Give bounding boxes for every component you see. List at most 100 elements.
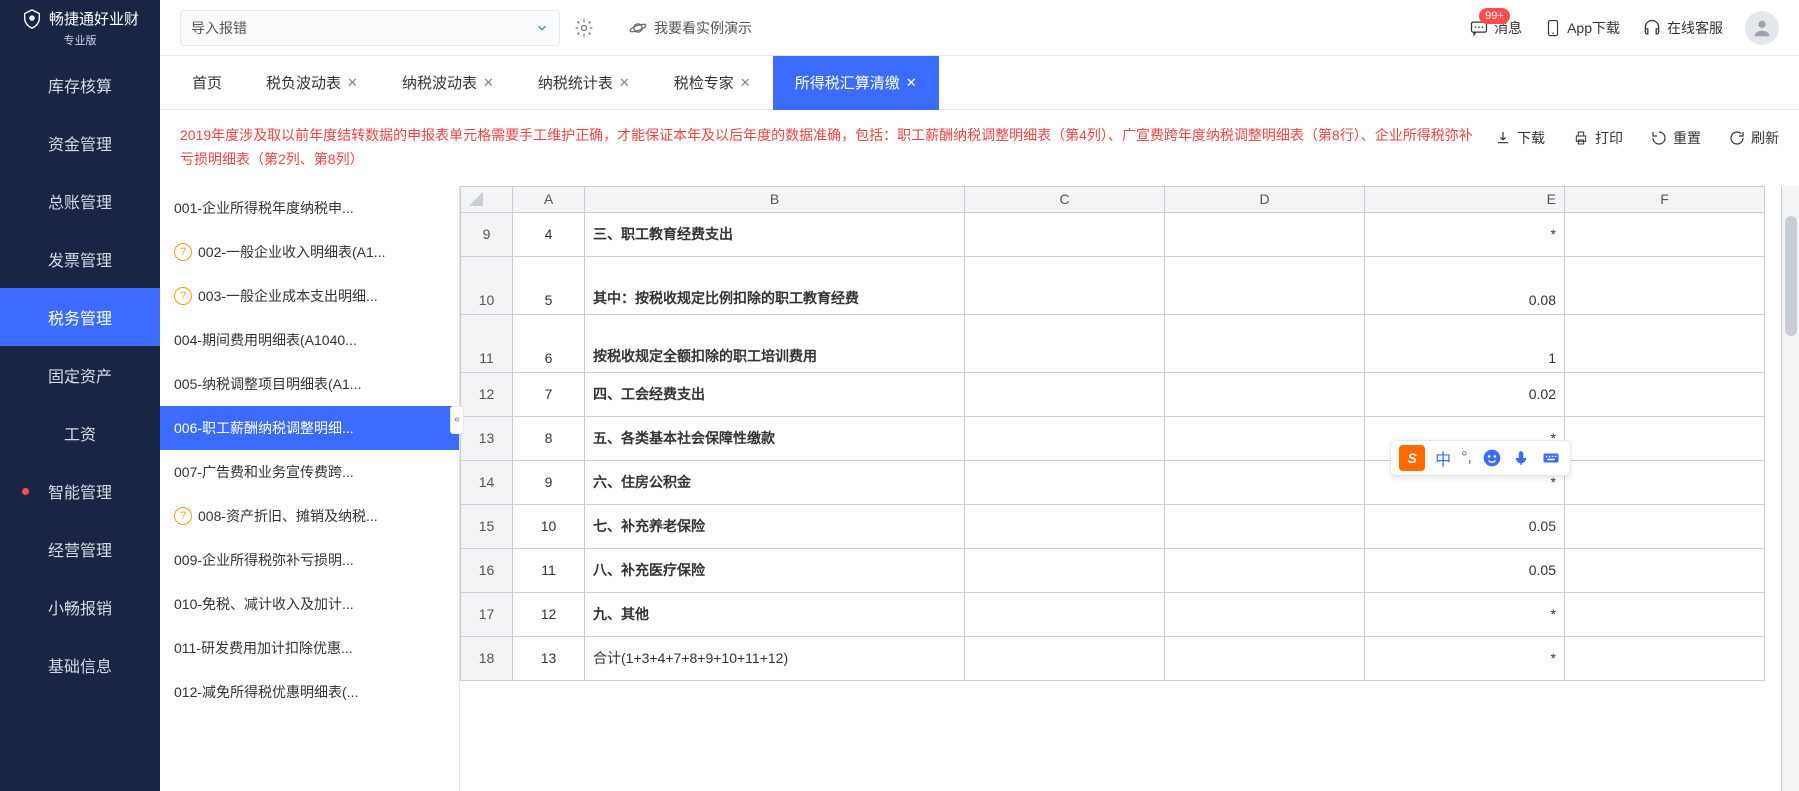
cell[interactable] <box>965 372 1165 416</box>
row-number[interactable]: 17 <box>461 592 513 636</box>
cell[interactable]: 6 <box>513 314 585 372</box>
print-button[interactable]: 打印 <box>1573 128 1623 148</box>
form-list-item-10[interactable]: 011-研发费用加计扣除优惠... <box>160 626 459 670</box>
sidebar-item-9[interactable]: 小畅报销 <box>0 578 160 636</box>
sidebar-item-8[interactable]: 经营管理 <box>0 520 160 578</box>
cell[interactable]: 合计(1+3+4+7+8+9+10+11+12) <box>585 636 965 680</box>
cell[interactable]: 三、职工教育经费支出 <box>585 212 965 256</box>
cell[interactable] <box>965 416 1165 460</box>
row-number[interactable]: 13 <box>461 416 513 460</box>
form-list-item-8[interactable]: 009-企业所得税弥补亏损明... <box>160 538 459 582</box>
tab-0[interactable]: 首页 <box>170 56 244 110</box>
spreadsheet[interactable]: ABCDEF94三、职工教育经费支出*105其中：按税收规定比例扣除的职工教育经… <box>460 186 1799 791</box>
cell[interactable]: 10 <box>513 504 585 548</box>
form-list-item-4[interactable]: 005-纳税调整项目明细表(A1... <box>160 362 459 406</box>
cell[interactable]: * <box>1365 592 1565 636</box>
cell[interactable] <box>1165 636 1365 680</box>
col-header[interactable]: B <box>585 186 965 212</box>
row-number[interactable]: 15 <box>461 504 513 548</box>
form-list-item-6[interactable]: 007-广告费和业务宣传费跨... <box>160 450 459 494</box>
tab-4[interactable]: 税检专家✕ <box>652 56 773 110</box>
cell[interactable] <box>1565 636 1765 680</box>
cell[interactable] <box>1165 504 1365 548</box>
sidebar-item-2[interactable]: 总账管理 <box>0 172 160 230</box>
logo-block[interactable]: 畅捷通好业财 专业版 <box>0 0 160 56</box>
cell[interactable] <box>1165 256 1365 314</box>
cell[interactable] <box>1565 256 1765 314</box>
form-list-item-5[interactable]: 006-职工薪酬纳税调整明细... <box>160 406 459 450</box>
cell[interactable]: 九、其他 <box>585 592 965 636</box>
cell[interactable] <box>965 636 1165 680</box>
row-number[interactable]: 10 <box>461 256 513 314</box>
cell[interactable]: 9 <box>513 460 585 504</box>
reset-button[interactable]: 重置 <box>1651 128 1701 148</box>
cell[interactable] <box>1565 592 1765 636</box>
ime-emoji-icon[interactable] <box>1482 448 1502 468</box>
sidebar-item-1[interactable]: 资金管理 <box>0 114 160 172</box>
cell[interactable]: 11 <box>513 548 585 592</box>
messages-button[interactable]: 99+ 消息 <box>1469 18 1522 38</box>
form-list-item-9[interactable]: 010-免税、减计收入及加计... <box>160 582 459 626</box>
form-list-item-1[interactable]: 002-一般企业收入明细表(A1... <box>160 230 459 274</box>
cell[interactable]: 0.08 <box>1365 256 1565 314</box>
refresh-button[interactable]: 刷新 <box>1729 128 1779 148</box>
cell[interactable] <box>1565 212 1765 256</box>
cell[interactable] <box>1165 314 1365 372</box>
cell[interactable] <box>965 504 1165 548</box>
cell[interactable]: 5 <box>513 256 585 314</box>
cell[interactable]: 按税收规定全额扣除的职工培训费用 <box>585 314 965 372</box>
cell[interactable]: 五、各类基本社会保障性缴款 <box>585 416 965 460</box>
sidebar-item-10[interactable]: 基础信息 <box>0 636 160 694</box>
row-number[interactable]: 12 <box>461 372 513 416</box>
cell[interactable] <box>1165 460 1365 504</box>
col-header[interactable]: A <box>513 186 585 212</box>
form-list-item-11[interactable]: 012-减免所得税优惠明细表(... <box>160 670 459 714</box>
demo-link[interactable]: 我要看实例演示 <box>628 18 752 38</box>
vertical-scrollbar[interactable] <box>1781 186 1799 791</box>
cell[interactable]: 八、补充医疗保险 <box>585 548 965 592</box>
sidebar-item-6[interactable]: 工资 <box>0 404 160 462</box>
download-button[interactable]: 下载 <box>1495 128 1545 148</box>
cell[interactable]: 0.05 <box>1365 504 1565 548</box>
cell[interactable]: 0.05 <box>1365 548 1565 592</box>
close-icon[interactable]: ✕ <box>619 75 630 91</box>
form-list-item-0[interactable]: 001-企业所得税年度纳税申... <box>160 186 459 230</box>
cell[interactable] <box>1165 548 1365 592</box>
sidebar-item-3[interactable]: 发票管理 <box>0 230 160 288</box>
cell[interactable]: 0.02 <box>1365 372 1565 416</box>
cell[interactable] <box>1565 372 1765 416</box>
sidebar-item-5[interactable]: 固定资产 <box>0 346 160 404</box>
cell[interactable]: 七、补充养老保险 <box>585 504 965 548</box>
form-list-item-3[interactable]: 004-期间费用明细表(A1040... <box>160 318 459 362</box>
ime-keyboard-icon[interactable] <box>1540 449 1562 467</box>
cell[interactable]: 4 <box>513 212 585 256</box>
cell[interactable] <box>1565 504 1765 548</box>
cell[interactable]: 12 <box>513 592 585 636</box>
cell[interactable]: 其中：按税收规定比例扣除的职工教育经费 <box>585 256 965 314</box>
sidebar-item-4[interactable]: 税务管理 <box>0 288 160 346</box>
cell[interactable] <box>965 548 1165 592</box>
cell[interactable] <box>1565 548 1765 592</box>
close-icon[interactable]: ✕ <box>906 75 917 91</box>
avatar[interactable] <box>1745 11 1779 45</box>
cell[interactable]: 1 <box>1365 314 1565 372</box>
col-header[interactable]: E <box>1365 186 1565 212</box>
row-number[interactable]: 16 <box>461 548 513 592</box>
cell[interactable] <box>965 314 1165 372</box>
cell[interactable]: 7 <box>513 372 585 416</box>
gear-icon[interactable] <box>574 18 594 38</box>
sidebar-item-7[interactable]: 智能管理 <box>0 462 160 520</box>
ime-toolbar[interactable]: S 中 °, <box>1390 440 1571 476</box>
tab-1[interactable]: 税负波动表✕ <box>244 56 380 110</box>
close-icon[interactable]: ✕ <box>740 75 751 91</box>
customer-service-button[interactable]: 在线客服 <box>1642 18 1723 38</box>
sidebar-item-0[interactable]: 库存核算 <box>0 56 160 114</box>
cell[interactable]: 四、工会经费支出 <box>585 372 965 416</box>
collapse-toggle[interactable]: « <box>450 406 464 434</box>
col-header[interactable]: F <box>1565 186 1765 212</box>
cell[interactable] <box>1565 460 1765 504</box>
cell[interactable] <box>1165 592 1365 636</box>
app-download-button[interactable]: App下载 <box>1544 18 1620 38</box>
search-input[interactable]: 导入报错 <box>180 10 560 46</box>
col-header[interactable]: D <box>1165 186 1365 212</box>
